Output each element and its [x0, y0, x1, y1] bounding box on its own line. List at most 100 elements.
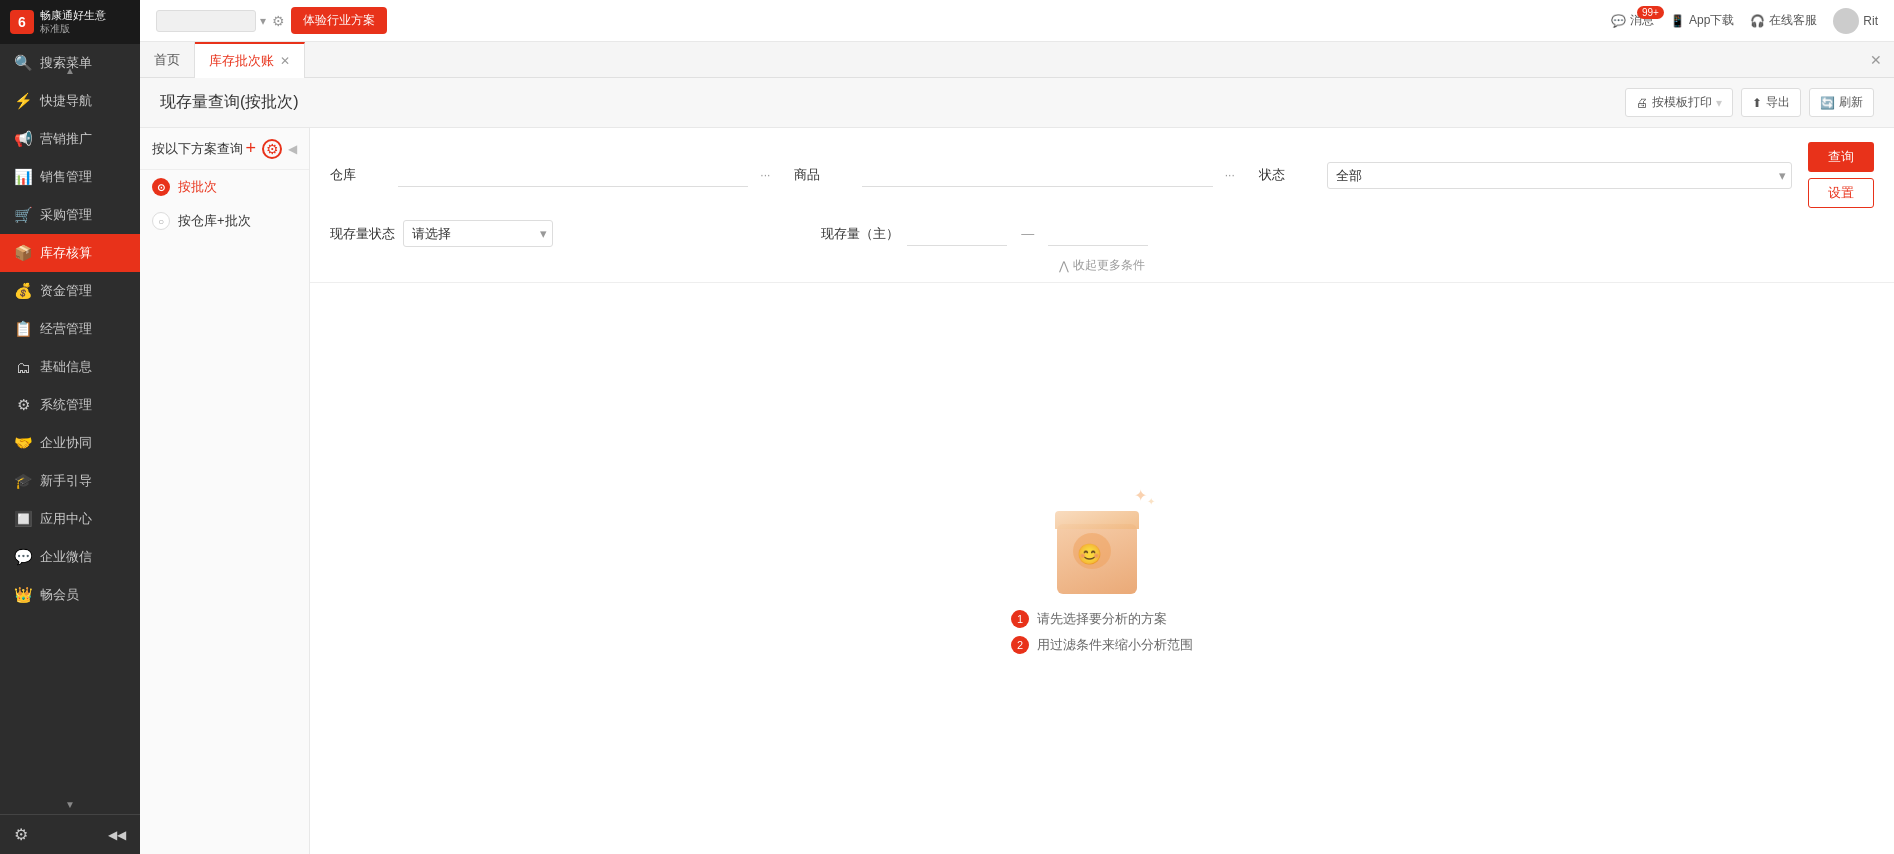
left-panel: 按以下方案查询 + ⚙ ◀ ⊙ 按批次 ○ 按仓库+批次 — [140, 128, 310, 854]
sidebar-footer: ⚙ ◀◀ — [0, 814, 140, 854]
sidebar-item-system[interactable]: ⚙ 系统管理 — [0, 386, 140, 424]
sidebar-item-label: 畅会员 — [40, 586, 79, 604]
status-select[interactable]: 全部 正常 停用 — [1327, 162, 1792, 189]
scheme-by-batch[interactable]: ⊙ 按批次 — [140, 170, 309, 204]
status-label: 状态 — [1259, 166, 1319, 184]
sidebar-item-label: 企业协同 — [40, 434, 92, 452]
phone-icon: 📱 — [1670, 14, 1685, 28]
system-icon: ⚙ — [14, 396, 32, 414]
inv-qty-to[interactable] — [1048, 222, 1148, 246]
sidebar-item-enterprise[interactable]: 🤝 企业协同 — [0, 424, 140, 462]
sidebar-item-label: 应用中心 — [40, 510, 92, 528]
print-btn[interactable]: 🖨 按模板打印 ▾ — [1625, 88, 1733, 117]
inv-qty-from[interactable] — [907, 222, 1007, 246]
sidebar-item-label: 库存核算 — [40, 244, 92, 262]
filter-inv-status-group: 现存量状态 请选择 有库存 无库存 ▾ — [330, 220, 801, 247]
sales-icon: 📊 — [14, 168, 32, 186]
inv-status-label: 现存量状态 — [330, 225, 395, 243]
filter-section: 仓库 ··· 商品 ··· 状态 — [310, 128, 1894, 283]
collapse-more-label: 收起更多条件 — [1073, 257, 1145, 274]
sidebar-item-label: 基础信息 — [40, 358, 92, 376]
header-gear-button[interactable]: ⚙ — [272, 13, 285, 29]
sidebar-item-label: 营销推广 — [40, 130, 92, 148]
scheme-settings-btn[interactable]: ⚙ — [262, 139, 282, 159]
sidebar-item-finance[interactable]: 💰 资金管理 — [0, 272, 140, 310]
sidebar-app-name: 畅康通好生意 — [40, 8, 106, 22]
inv-status-select[interactable]: 请选择 有库存 无库存 — [403, 220, 553, 247]
header-dropdown-btn[interactable]: ▾ — [260, 14, 266, 28]
online-service-label: 在线客服 — [1769, 12, 1817, 29]
collapse-chevron-icon: ⋀ — [1059, 259, 1069, 273]
basic-icon: 🗂 — [14, 359, 32, 376]
sidebar-item-member[interactable]: 👑 畅会员 — [0, 576, 140, 614]
tab-expand-btn[interactable]: ✕ — [1858, 52, 1894, 68]
sidebar-collapse-icon[interactable]: ◀◀ — [108, 828, 126, 842]
scheme-active-icon: ⊙ — [152, 178, 170, 196]
sidebar-item-purchase[interactable]: 🛒 采购管理 — [0, 196, 140, 234]
warehouse-more-btn[interactable]: ··· — [756, 168, 774, 182]
tab-home[interactable]: 首页 — [140, 42, 195, 78]
header-search-input[interactable] — [156, 10, 256, 32]
export-icon: ⬆ — [1752, 96, 1762, 110]
main-area: ▾ ⚙ 体验行业方案 💬 消息 99+ 📱 App下载 🎧 在线客服 Rit — [140, 0, 1894, 854]
warehouse-label: 仓库 — [330, 166, 390, 184]
hint-num-1: 1 — [1011, 610, 1029, 628]
scheme-by-batch-label: 按批次 — [178, 178, 217, 196]
sidebar-item-marketing[interactable]: 📢 营销推广 — [0, 120, 140, 158]
sidebar-item-inventory[interactable]: 📦 库存核算 — [0, 234, 140, 272]
printer-icon: 🖨 — [1636, 96, 1648, 110]
sidebar-item-app-center[interactable]: 🔲 应用中心 — [0, 500, 140, 538]
user-avatar[interactable]: Rit — [1833, 8, 1878, 34]
warehouse-input[interactable] — [398, 163, 748, 187]
sidebar-item-label: 经营管理 — [40, 320, 92, 338]
experience-industry-btn[interactable]: 体验行业方案 — [291, 7, 387, 34]
sidebar-item-label: 新手引导 — [40, 472, 92, 490]
left-panel-collapse-btn[interactable]: ◀ — [288, 142, 297, 156]
sidebar-item-quick-nav[interactable]: ⚡ 快捷导航 — [0, 82, 140, 120]
header-input-group: ▾ — [156, 10, 266, 32]
empty-hints: 1 请先选择要分析的方案 2 用过滤条件来缩小分析范围 — [1011, 610, 1193, 654]
refresh-icon: 🔄 — [1820, 96, 1835, 110]
sidebar-settings-icon[interactable]: ⚙ — [14, 825, 28, 844]
sidebar-item-sales[interactable]: 📊 销售管理 — [0, 158, 140, 196]
inventory-icon: 📦 — [14, 244, 32, 262]
settings-btn[interactable]: 设置 — [1808, 178, 1874, 208]
sidebar-item-guide[interactable]: 🎓 新手引导 — [0, 462, 140, 500]
add-scheme-btn[interactable]: + — [245, 138, 256, 159]
sidebar-item-label: 资金管理 — [40, 282, 92, 300]
left-panel-actions: + ⚙ ◀ — [245, 138, 297, 159]
export-btn[interactable]: ⬆ 导出 — [1741, 88, 1801, 117]
header-breadcrumb-area: ▾ ⚙ 体验行业方案 — [156, 7, 1601, 34]
filter-status-group: 状态 全部 正常 停用 ▾ — [1259, 162, 1792, 189]
tab-inventory-batch[interactable]: 库存批次账 ✕ — [195, 42, 305, 78]
product-more-btn[interactable]: ··· — [1221, 168, 1239, 182]
tab-close-btn[interactable]: ✕ — [280, 54, 290, 68]
collapse-more-btn[interactable]: ⋀ 收起更多条件 — [330, 251, 1874, 276]
sidebar-item-basic[interactable]: 🗂 基础信息 — [0, 348, 140, 386]
refresh-btn[interactable]: 🔄 刷新 — [1809, 88, 1874, 117]
sidebar-item-wechat[interactable]: 💬 企业微信 — [0, 538, 140, 576]
sidebar-item-label: 系统管理 — [40, 396, 92, 414]
scheme-by-warehouse-batch[interactable]: ○ 按仓库+批次 — [140, 204, 309, 238]
sidebar: 6 畅康通好生意 标准版 ▲ 🔍 搜索菜单 ⚡ 快捷导航 📢 营销推广 📊 销售… — [0, 0, 140, 854]
print-label: 按模板打印 — [1652, 94, 1712, 111]
product-input[interactable] — [862, 163, 1212, 187]
app-download-btn[interactable]: 📱 App下载 — [1670, 12, 1734, 29]
sidebar-item-label: 企业微信 — [40, 548, 92, 566]
filter-row-1: 仓库 ··· 商品 ··· 状态 — [330, 142, 1874, 208]
query-btn[interactable]: 查询 — [1808, 142, 1874, 172]
sidebar-scroll-down[interactable]: ▼ — [0, 794, 140, 814]
filter-warehouse-group: 仓库 ··· — [330, 163, 774, 187]
sidebar-item-ops[interactable]: 📋 经营管理 — [0, 310, 140, 348]
hint-text-1: 请先选择要分析的方案 — [1037, 610, 1167, 628]
print-dropdown-icon[interactable]: ▾ — [1716, 96, 1722, 110]
page-actions: 🖨 按模板打印 ▾ ⬆ 导出 🔄 刷新 — [1625, 88, 1874, 117]
online-service-btn[interactable]: 🎧 在线客服 — [1750, 12, 1817, 29]
user-name: Rit — [1863, 14, 1878, 28]
messages-icon: 💬 — [1611, 14, 1626, 28]
hint-text-2: 用过滤条件来缩小分析范围 — [1037, 636, 1193, 654]
sidebar-item-search-menu[interactable]: 🔍 搜索菜单 — [0, 44, 140, 82]
avatar-circle — [1833, 8, 1859, 34]
page-title: 现存量查询(按批次) — [160, 92, 299, 113]
messages-btn[interactable]: 💬 消息 99+ — [1611, 12, 1654, 29]
